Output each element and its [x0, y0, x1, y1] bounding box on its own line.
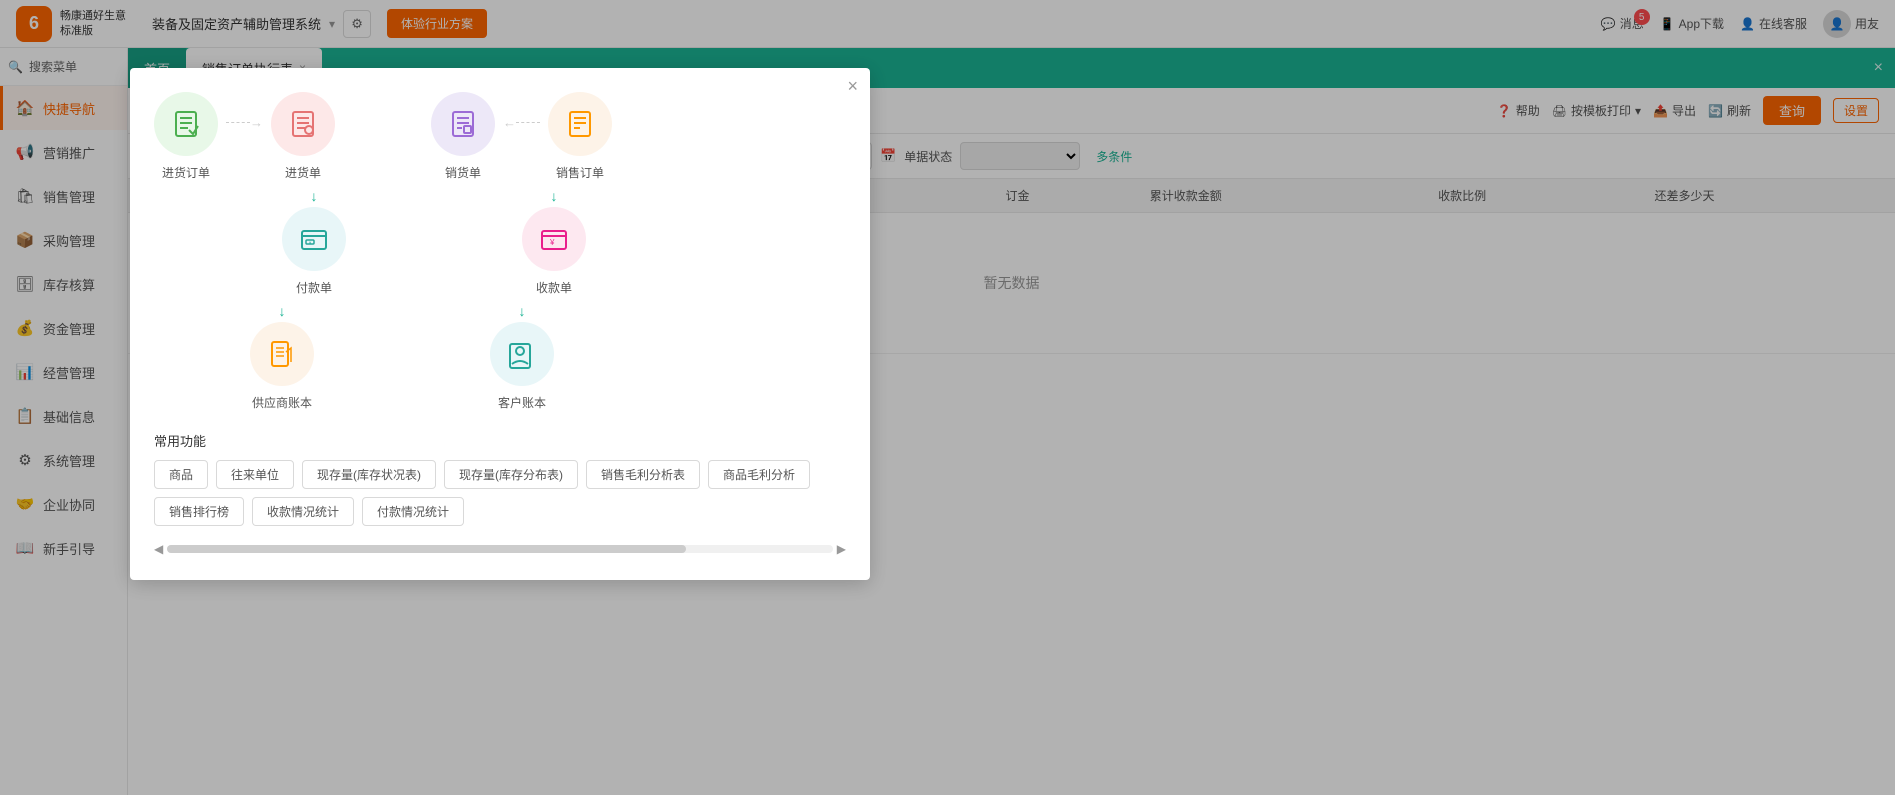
- func-btn-partner[interactable]: 往来单位: [216, 460, 294, 489]
- sale-bill-icon: [431, 92, 495, 156]
- flow-customer-account[interactable]: 客户账本: [490, 322, 554, 411]
- func-btn-sales-rank[interactable]: 销售排行榜: [154, 497, 244, 526]
- scrollbar-track[interactable]: [167, 545, 833, 553]
- function-buttons-row2: 销售排行榜 收款情况统计 付款情况统计: [154, 497, 846, 526]
- func-btn-inventory-dist[interactable]: 现存量(库存分布表): [444, 460, 578, 489]
- func-btn-sales-profit[interactable]: 销售毛利分析表: [586, 460, 700, 489]
- function-buttons: 商品 往来单位 现存量(库存状况表) 现存量(库存分布表) 销售毛利分析表 商品…: [154, 460, 846, 489]
- modal-close-button[interactable]: ×: [847, 76, 858, 97]
- customer-account-icon: [490, 322, 554, 386]
- sale-order-label: 销售订单: [556, 164, 604, 181]
- func-btn-product-profit[interactable]: 商品毛利分析: [708, 460, 810, 489]
- flow-sale-order[interactable]: 销售订单: [548, 92, 612, 181]
- payment-icon: ¥: [282, 207, 346, 271]
- func-btn-payment-stats[interactable]: 付款情况统计: [362, 497, 464, 526]
- scroll-right-icon[interactable]: ▶: [837, 542, 846, 556]
- flow-purchase-bill[interactable]: 进货单: [271, 92, 335, 181]
- supplier-account-icon: [250, 322, 314, 386]
- purchase-order-label: 进货订单: [162, 164, 210, 181]
- flow-receipt[interactable]: ¥ 收款单: [522, 207, 586, 296]
- sale-order-icon: [548, 92, 612, 156]
- quick-nav-modal: ×: [130, 68, 870, 580]
- common-functions: 常用功能 商品 往来单位 现存量(库存状况表) 现存量(库存分布表) 销售毛利分…: [154, 431, 846, 526]
- modal-overlay[interactable]: ×: [0, 0, 1895, 795]
- flow-purchase-order[interactable]: 进货订单: [154, 92, 218, 181]
- receipt-icon: ¥: [522, 207, 586, 271]
- purchase-bill-icon: [271, 92, 335, 156]
- payment-label: 付款单: [296, 279, 332, 296]
- purchase-order-icon: [154, 92, 218, 156]
- modal-scrollbar-row: ◀ ▶: [154, 542, 846, 556]
- sale-bill-label: 销货单: [445, 164, 481, 181]
- customer-account-label: 客户账本: [498, 394, 546, 411]
- receipt-label: 收款单: [536, 279, 572, 296]
- purchase-bill-label: 进货单: [285, 164, 321, 181]
- func-btn-inventory-status[interactable]: 现存量(库存状况表): [302, 460, 436, 489]
- flow-sale-bill[interactable]: 销货单: [431, 92, 495, 181]
- common-functions-title: 常用功能: [154, 431, 846, 450]
- supplier-account-label: 供应商账本: [252, 394, 312, 411]
- func-btn-product[interactable]: 商品: [154, 460, 208, 489]
- func-btn-receipt-stats[interactable]: 收款情况统计: [252, 497, 354, 526]
- flow-supplier-account[interactable]: 供应商账本: [250, 322, 314, 411]
- scroll-left-icon[interactable]: ◀: [154, 542, 163, 556]
- scrollbar-thumb[interactable]: [167, 545, 686, 553]
- flow-payment[interactable]: ¥ 付款单: [282, 207, 346, 296]
- svg-text:¥: ¥: [549, 238, 555, 247]
